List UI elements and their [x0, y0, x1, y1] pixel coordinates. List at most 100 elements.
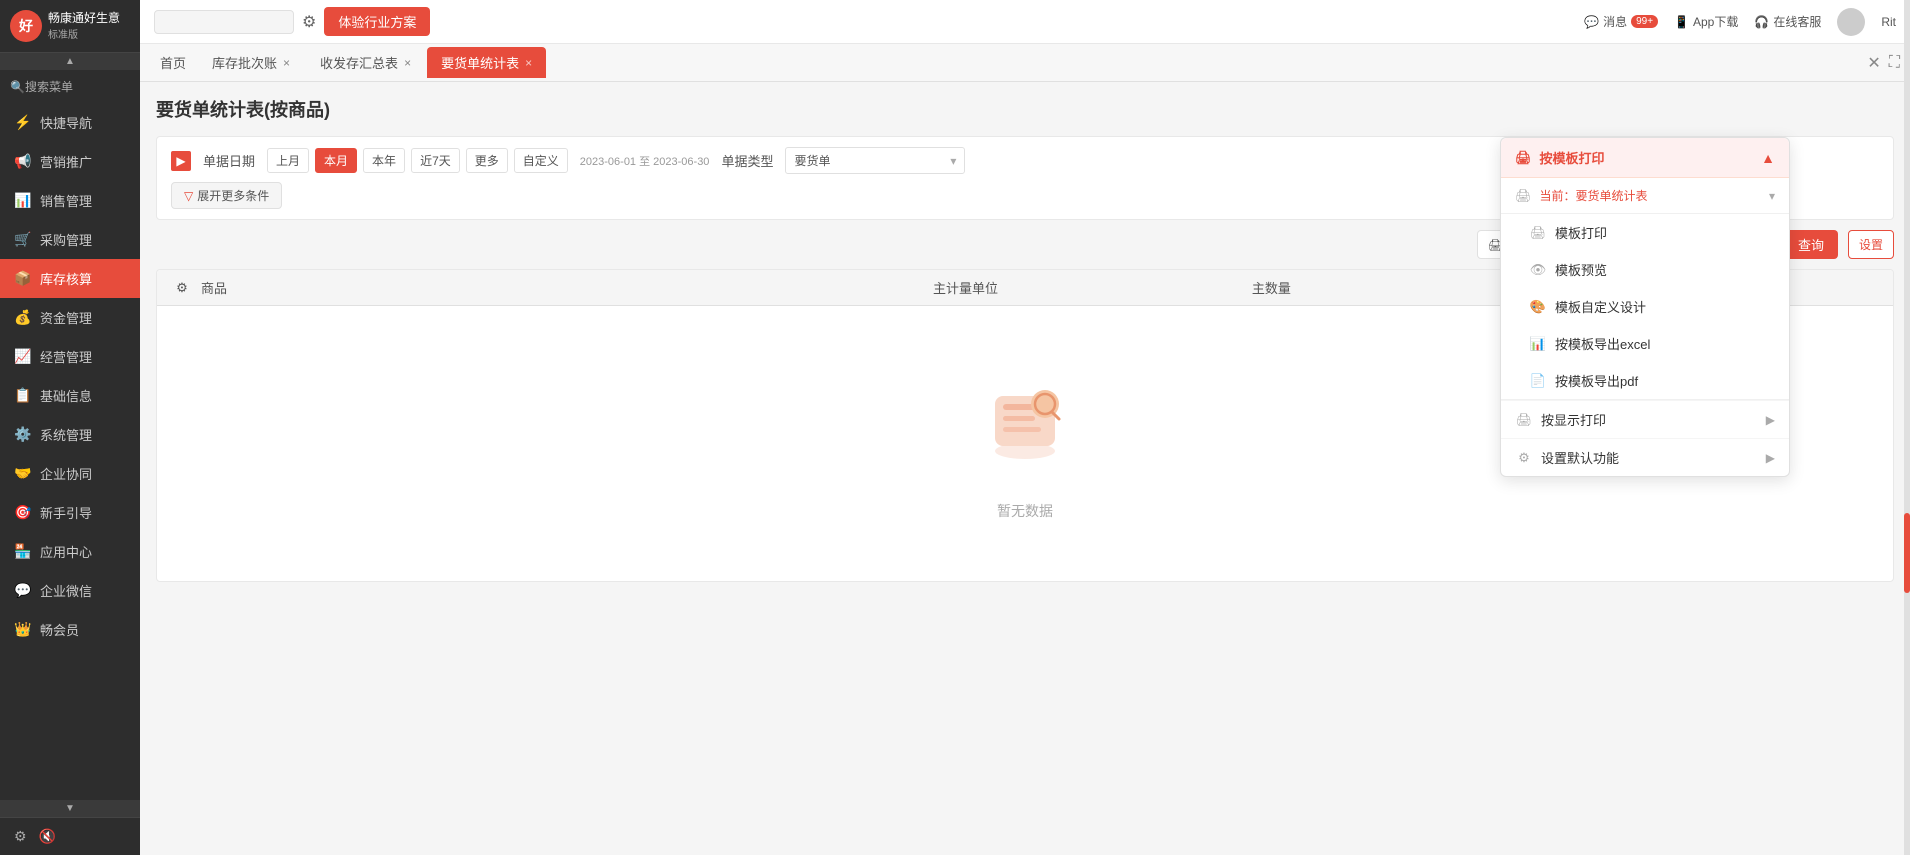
avatar[interactable]	[1837, 8, 1865, 36]
order-type-select[interactable]: 要货单 ▾	[785, 147, 965, 174]
th-product: 商品	[197, 278, 813, 297]
sidebar-item-label: 采购管理	[40, 230, 92, 249]
date-btn-current-month[interactable]: 本月	[315, 148, 357, 173]
tab-window-close-icon[interactable]: ✕	[1867, 53, 1880, 73]
sidebar-item-operation[interactable]: 📈 经营管理	[0, 337, 140, 376]
sidebar-item-label: 销售管理	[40, 191, 92, 210]
date-btn-prev-month[interactable]: 上月	[267, 148, 309, 173]
topbar-search-input[interactable]	[154, 10, 294, 34]
appstore-icon: 🏪	[14, 543, 32, 560]
dropdown-item-export-excel[interactable]: 📊 按模板导出excel	[1501, 325, 1789, 362]
tab-label: 要货单统计表	[441, 53, 519, 72]
tab-inventory-batch[interactable]: 库存批次账 ×	[198, 47, 304, 78]
sidebar-item-guide[interactable]: 🎯 新手引导	[0, 493, 140, 532]
dropdown-header: 🖨 按模板打印 ▲	[1501, 138, 1789, 178]
online-service-label: 在线客服	[1773, 13, 1821, 30]
date-btn-more[interactable]: 更多	[466, 148, 508, 173]
mute-footer-icon[interactable]: 🔇	[39, 828, 56, 845]
sidebar-footer: ⚙ 🔇	[0, 817, 140, 855]
member-icon: 👑	[14, 621, 32, 638]
sidebar-scroll-up[interactable]: ▲	[0, 53, 140, 70]
date-btn-current-year[interactable]: 本年	[363, 148, 405, 173]
sidebar-item-label: 企业协同	[40, 464, 92, 483]
operation-icon: 📈	[14, 348, 32, 365]
query-btn[interactable]: 查询	[1784, 230, 1838, 259]
online-service-btn[interactable]: 🎧 在线客服	[1754, 13, 1821, 30]
tab-close-inventory-batch[interactable]: ×	[283, 56, 290, 70]
display-print-arrow-icon: ▶	[1766, 413, 1775, 427]
date-btn-custom[interactable]: 自定义	[514, 148, 568, 173]
user-name[interactable]: Rit	[1881, 15, 1896, 29]
sidebar-search-label: 搜索菜单	[25, 78, 73, 95]
settings-btn[interactable]: 设置	[1848, 230, 1894, 259]
dropdown-header-right: ▲	[1761, 150, 1775, 166]
dropdown-current-icon: 🖨	[1515, 188, 1532, 204]
messages-btn[interactable]: 💬 消息 99+	[1584, 13, 1658, 30]
sidebar-item-label: 资金管理	[40, 308, 92, 327]
tab-close-order-stats[interactable]: ×	[525, 56, 532, 70]
tabbar: 首页 库存批次账 × 收发存汇总表 × 要货单统计表 × ✕ ⛶	[140, 44, 1910, 82]
date-btns: 上月 本月 本年 近7天 更多 自定义 2023-06-01 至 2023-06…	[267, 148, 709, 173]
messages-badge: 99+	[1631, 15, 1658, 28]
guide-icon: 🎯	[14, 504, 32, 521]
tab-home[interactable]: 首页	[150, 47, 196, 78]
page-title: 要货单统计表(按商品)	[156, 96, 1894, 122]
date-filter-label: 单据日期	[203, 151, 255, 170]
scrollbar-thumb[interactable]	[1904, 513, 1910, 593]
logo-icon: 好	[10, 10, 42, 42]
wechat-icon: 💬	[14, 582, 32, 599]
tab-end-icons: ✕ ⛶	[1867, 53, 1900, 73]
basic-icon: 📋	[14, 387, 32, 404]
dropdown-item-template-design[interactable]: 🎨 模板自定义设计	[1501, 288, 1789, 325]
dropdown-print-icon: 🖨	[1515, 150, 1532, 166]
filter-collapse-btn[interactable]: ▶	[171, 151, 191, 171]
th-unit: 主计量单位	[813, 278, 1119, 297]
date-btn-last7days[interactable]: 近7天	[411, 148, 460, 173]
sidebar-item-sales[interactable]: 📊 销售管理	[0, 181, 140, 220]
sidebar-item-finance[interactable]: 💰 资金管理	[0, 298, 140, 337]
sidebar-item-wechat[interactable]: 💬 企业微信	[0, 571, 140, 610]
tab-expand-icon[interactable]: ⛶	[1889, 54, 1900, 72]
sidebar-item-marketing[interactable]: 📢 营销推广	[0, 142, 140, 181]
tab-close-receipts-summary[interactable]: ×	[404, 56, 411, 70]
type-select-arrow-icon: ▾	[950, 154, 956, 168]
dropdown-item-set-default[interactable]: ⚙ 设置默认功能 ▶	[1501, 438, 1789, 476]
dropdown-title-block: 🖨 按模板打印	[1515, 148, 1605, 167]
tab-order-stats[interactable]: 要货单统计表 ×	[427, 47, 546, 78]
app-name-block: 畅康通好生意 标准版	[48, 11, 120, 42]
dropdown-item-label: 模板打印	[1555, 223, 1607, 242]
sidebar-item-appstore[interactable]: 🏪 应用中心	[0, 532, 140, 571]
sidebar-search-btn[interactable]: 🔍 搜索菜单	[0, 70, 140, 103]
sidebar-item-purchase[interactable]: 🛒 采购管理	[0, 220, 140, 259]
order-type-value: 要货单	[794, 152, 946, 169]
th-settings[interactable]: ⚙	[167, 280, 197, 296]
dropdown-item-display-print[interactable]: 🖨 按显示打印 ▶	[1501, 400, 1789, 438]
topbar-right: 💬 消息 99+ 📱 App下载 🎧 在线客服 Rit	[1584, 8, 1896, 36]
sidebar-item-label: 应用中心	[40, 542, 92, 561]
app-download-btn[interactable]: 📱 App下载	[1674, 13, 1738, 30]
sidebar-item-collab[interactable]: 🤝 企业协同	[0, 454, 140, 493]
dropdown-item-label: 模板自定义设计	[1555, 297, 1646, 316]
sidebar-item-quick-nav[interactable]: ⚡ 快捷导航	[0, 103, 140, 142]
dropdown-item-template-preview[interactable]: 👁 模板预览	[1501, 251, 1789, 288]
dropdown-item-export-pdf[interactable]: 📄 按模板导出pdf	[1501, 362, 1789, 399]
sidebar-scroll-down[interactable]: ▼	[0, 800, 140, 817]
settings-footer-icon[interactable]: ⚙	[14, 828, 27, 845]
sidebar-item-inventory[interactable]: 📦 库存核算	[0, 259, 140, 298]
dropdown-item-template-print[interactable]: 🖨 模板打印	[1501, 214, 1789, 251]
filter-expand-btn[interactable]: ▽ 展开更多条件	[171, 182, 282, 209]
dropdown-item-label: 按显示打印	[1541, 410, 1606, 429]
app-download-icon: 📱	[1674, 15, 1689, 29]
dropdown-chevron-icon[interactable]: ▲	[1761, 150, 1775, 166]
dropdown-current-arrow: ▾	[1769, 189, 1775, 203]
tab-receipts-summary[interactable]: 收发存汇总表 ×	[306, 47, 425, 78]
dropdown-item-label: 按模板导出excel	[1555, 334, 1650, 353]
sidebar-item-system[interactable]: ⚙️ 系统管理	[0, 415, 140, 454]
trial-btn[interactable]: 体验行业方案	[324, 7, 430, 36]
dropdown-current-item[interactable]: 🖨 当前：要货单统计表 ▾	[1501, 178, 1789, 214]
service-icon: 🎧	[1754, 15, 1769, 29]
topbar-settings-icon[interactable]: ⚙	[302, 12, 316, 32]
sidebar-item-member[interactable]: 👑 畅会员	[0, 610, 140, 649]
sidebar-item-basic[interactable]: 📋 基础信息	[0, 376, 140, 415]
sidebar-nav: ⚡ 快捷导航 📢 营销推广 📊 销售管理 🛒 采购管理 📦 库存核算 💰 资金管…	[0, 103, 140, 800]
